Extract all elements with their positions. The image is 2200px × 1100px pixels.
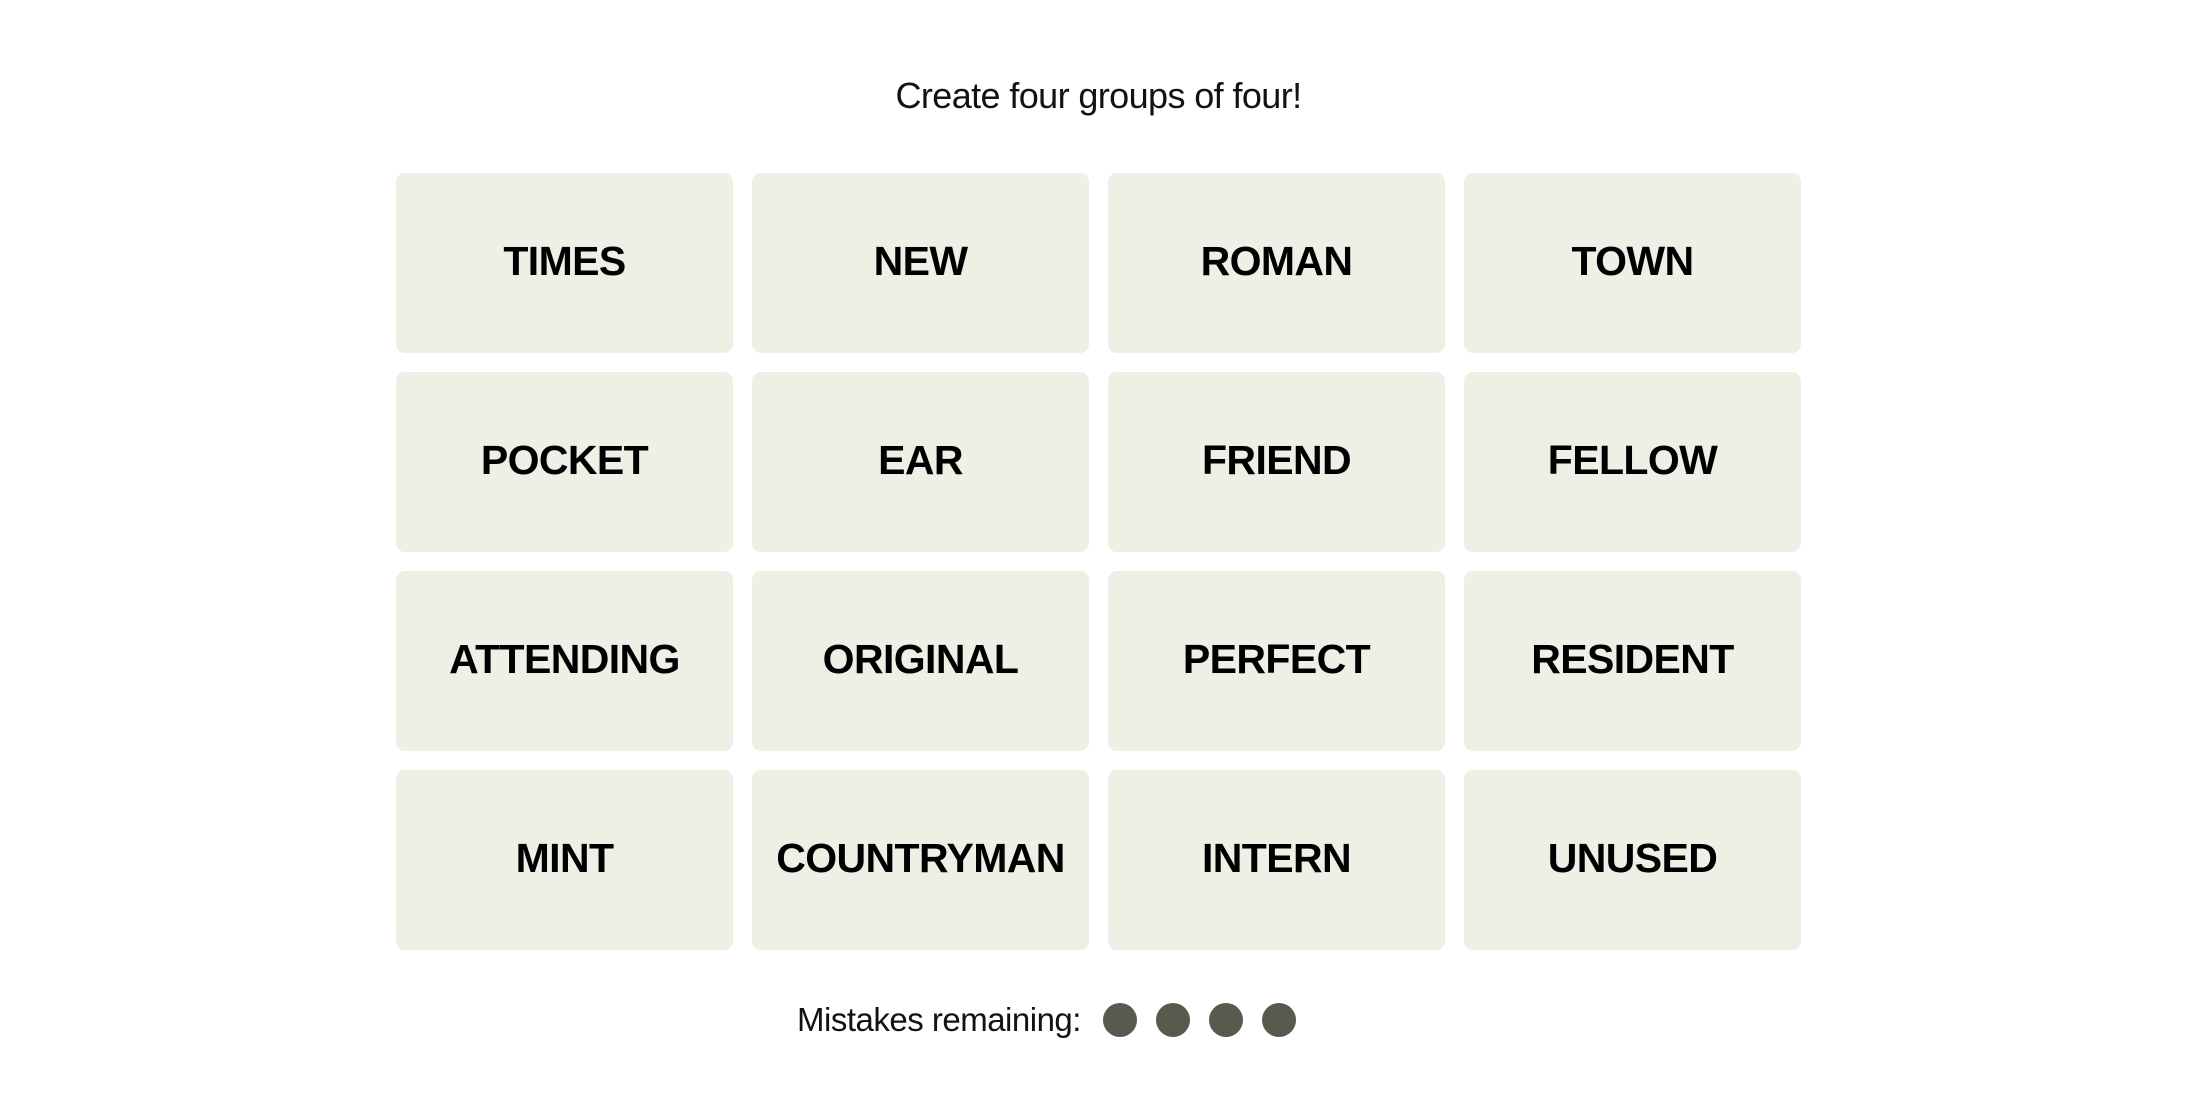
tile-label: MINT [515, 834, 614, 881]
word-tile[interactable]: RESIDENT [1464, 571, 1801, 751]
word-tile[interactable]: ATTENDING [396, 571, 733, 751]
mistake-dot-icon [1261, 1003, 1296, 1037]
word-tile[interactable]: MINT [396, 770, 733, 950]
word-tile[interactable]: TIMES [396, 173, 733, 353]
word-tile[interactable]: PERFECT [1108, 571, 1445, 751]
word-tile[interactable]: ROMAN [1108, 173, 1445, 353]
tile-label: NEW [873, 237, 968, 284]
word-tile[interactable]: FELLOW [1464, 372, 1801, 552]
word-tile[interactable]: COUNTRYMAN [752, 770, 1089, 950]
tile-label: TOWN [1571, 237, 1694, 284]
mistakes-label: Mistakes remaining: [797, 1001, 1081, 1038]
word-tile[interactable]: TOWN [1464, 173, 1801, 353]
instruction-text: Create four groups of four! [895, 75, 1302, 116]
tile-label: ROMAN [1200, 237, 1353, 284]
mistake-dot-icon [1208, 1003, 1243, 1037]
tile-label: FELLOW [1547, 436, 1718, 483]
word-grid: TIMES NEW ROMAN TOWN POCKET EAR FRIEND F… [396, 173, 1801, 950]
tile-label: FRIEND [1201, 436, 1352, 483]
word-tile[interactable]: UNUSED [1464, 770, 1801, 950]
tile-label: POCKET [480, 436, 649, 483]
tile-label: INTERN [1201, 834, 1352, 881]
word-tile[interactable]: POCKET [396, 372, 733, 552]
tile-label: PERFECT [1182, 635, 1371, 682]
tile-label: RESIDENT [1531, 635, 1734, 682]
tile-label: ATTENDING [449, 635, 680, 682]
tile-label: COUNTRYMAN [776, 834, 1065, 881]
word-tile[interactable]: ORIGINAL [752, 571, 1089, 751]
mistake-dots [1102, 1003, 1296, 1037]
word-tile[interactable]: NEW [752, 173, 1089, 353]
word-tile[interactable]: EAR [752, 372, 1089, 552]
tile-label: ORIGINAL [822, 635, 1019, 682]
word-tile[interactable]: FRIEND [1108, 372, 1445, 552]
mistakes-remaining: Mistakes remaining: [797, 998, 1296, 1042]
tile-label: UNUSED [1547, 834, 1718, 881]
mistake-dot-icon [1102, 1003, 1137, 1037]
mistake-dot-icon [1155, 1003, 1190, 1037]
word-tile[interactable]: INTERN [1108, 770, 1445, 950]
tile-label: EAR [878, 436, 963, 483]
tile-label: TIMES [503, 237, 626, 284]
